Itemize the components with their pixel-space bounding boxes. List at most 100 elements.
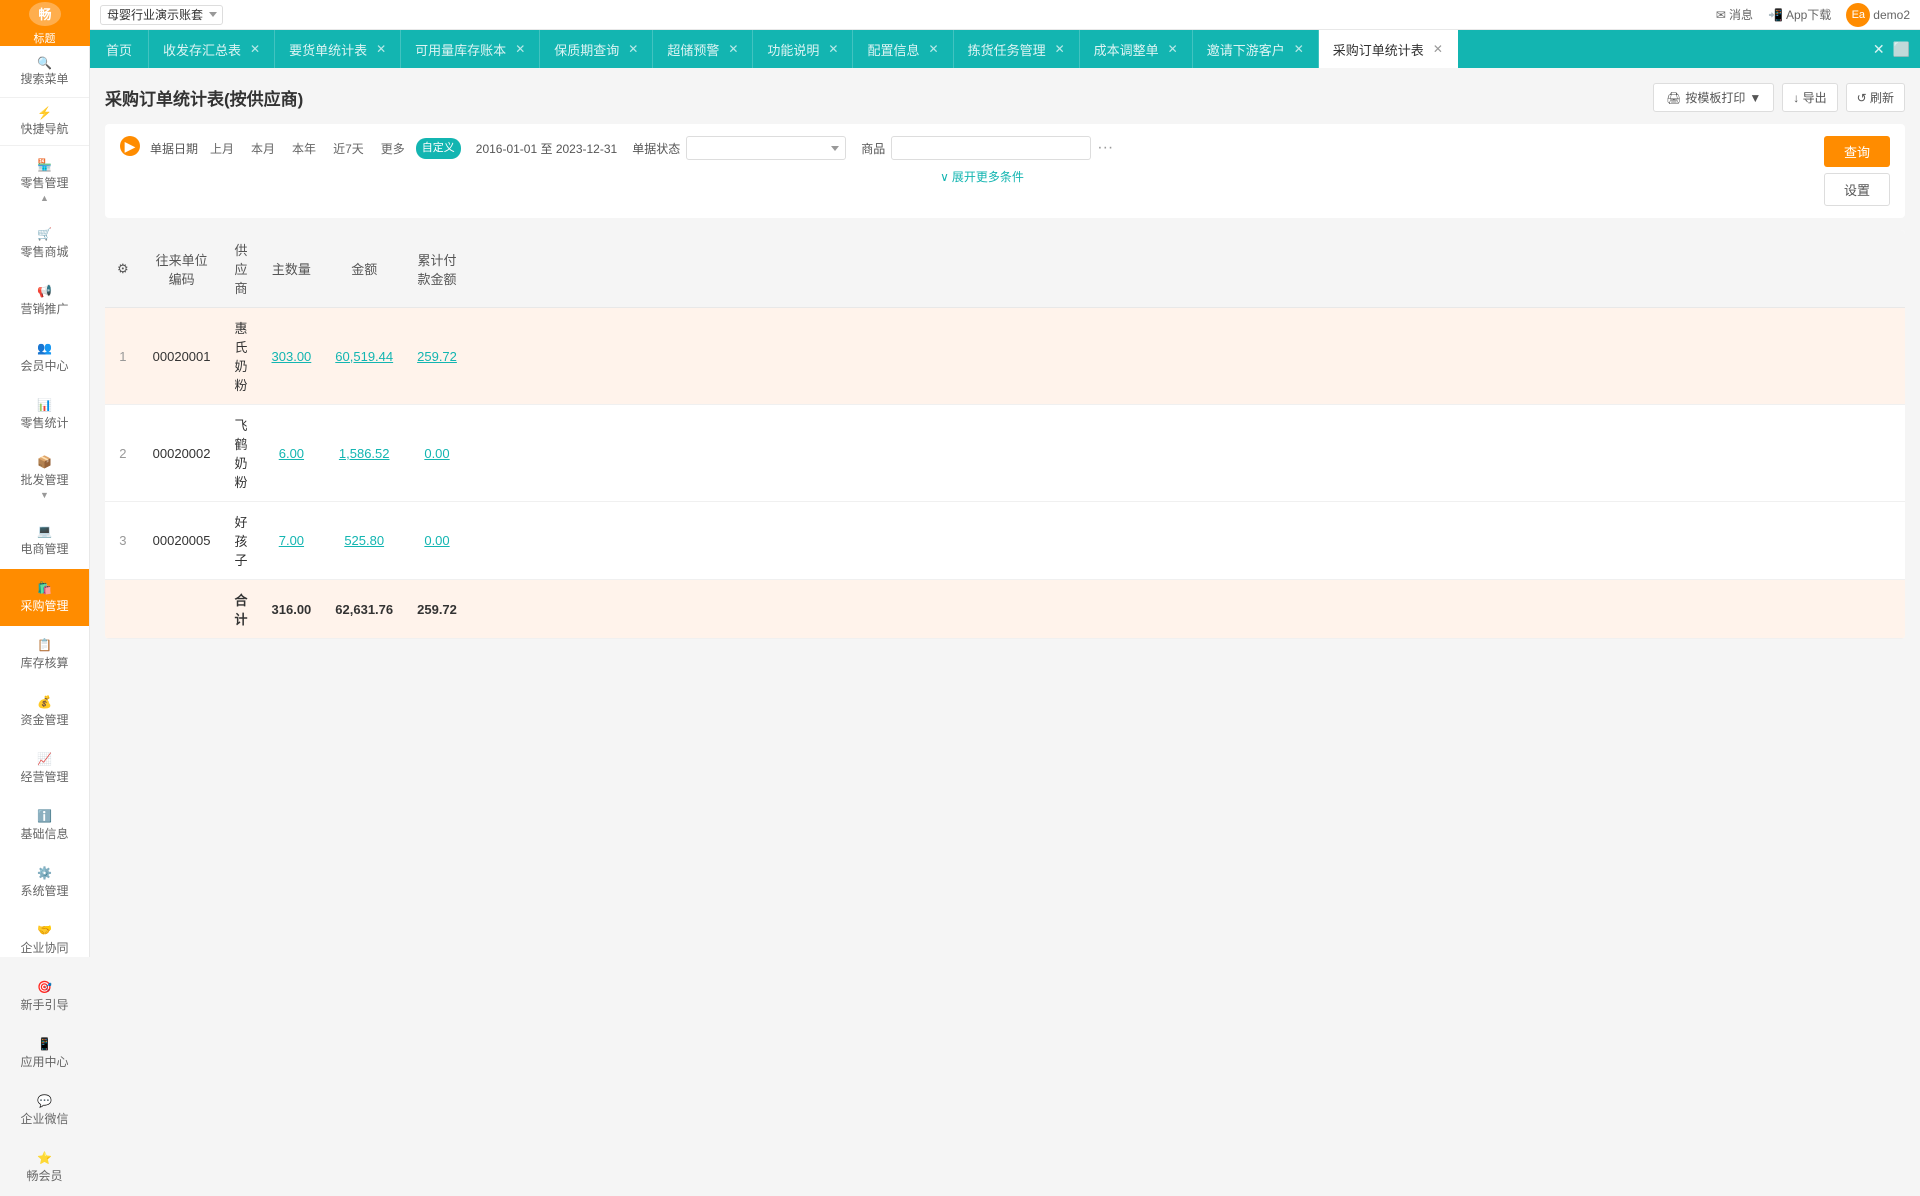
print-button[interactable]: 🖨 按模板打印 ▼ [1653,83,1774,112]
sidebar-item-members[interactable]: 👥 会员中心 [0,329,89,386]
tab-label: 要货单统计表 [289,40,367,59]
topbar-right: ✉ 消息 📲 App下载 Ea demo2 [1716,3,1910,27]
date-last-7-days[interactable]: 近7天 [327,138,370,159]
tab-label: 成本调整单 [1094,40,1159,59]
tab-bar: 首页 收发存汇总表 ✕ 要货单统计表 ✕ 可用量库存账本 ✕ 保质期查询 ✕ 超… [90,30,1920,68]
tab-close-icon[interactable]: ✕ [250,42,260,56]
tab-overstock[interactable]: 超储预警 ✕ [653,30,753,68]
message-icon: ✉ [1716,8,1726,22]
tab-close-icon[interactable]: ✕ [1294,42,1304,56]
filter-panel: ▶ 单据日期 上月 本月 本年 近7天 更多 自定义 [105,124,1905,218]
paid-val: 0.00 [405,405,469,502]
row-num: 2 [105,405,141,502]
tab-expiry[interactable]: 保质期查询 ✕ [540,30,653,68]
sidebar-item-ecommerce[interactable]: 💻 电商管理 [0,512,89,569]
col-paid: 累计付款金额 [405,230,469,308]
user-profile[interactable]: Ea demo2 [1846,3,1910,27]
topbar: 母婴行业演示账套 ✉ 消息 📲 App下载 Ea demo2 [90,0,1920,30]
col-supplier: 供应商 [223,230,260,308]
marketing-icon: 📢 [37,284,52,298]
export-button[interactable]: ↓ 导出 [1782,83,1837,112]
wechat-icon: 💬 [37,1094,52,1108]
app-download-btn[interactable]: 📲 App下载 [1768,6,1831,23]
filter-toggle-btn[interactable]: ▶ [120,136,140,156]
data-table-container: ⚙ 往来单位编码 供应商 主数量 金额 累计付款金额 1 00020001 惠氏… [105,230,1905,639]
industry-selector[interactable]: 母婴行业演示账套 [100,5,223,25]
tab-close-icon[interactable]: ✕ [1433,42,1443,56]
tab-close-icon[interactable]: ✕ [515,42,525,56]
maximize-btn[interactable]: ⬜ [1893,41,1910,58]
tab-label: 拣货任务管理 [968,40,1046,59]
footer-quantity: 316.00 [260,580,324,639]
amount-val: 525.80 [323,502,405,580]
sidebar-item-system[interactable]: ⚙️ 系统管理 [0,854,89,911]
inventory-icon: 📋 [37,638,52,652]
sidebar-item-enterprise[interactable]: 🤝 企业协同 [0,911,89,968]
tab-close-icon[interactable]: ✕ [376,42,386,56]
amount-val: 1,586.52 [323,405,405,502]
sidebar-item-retail-shop[interactable]: 🛒 零售商城 [0,215,89,272]
tab-config[interactable]: 配置信息 ✕ [853,30,953,68]
tab-close-icon[interactable]: ✕ [728,42,738,56]
sidebar-item-finance[interactable]: 💰 资金管理 [0,683,89,740]
tab-usable-inventory[interactable]: 可用量库存账本 ✕ [401,30,540,68]
footer-amount: 62,631.76 [323,580,405,639]
tab-close-icon[interactable]: ✕ [628,42,638,56]
tab-close-icon[interactable]: ✕ [828,42,838,56]
paid-val: 259.72 [405,308,469,405]
supplier-name: 好孩子 [223,502,260,580]
tab-close-icon[interactable]: ✕ [929,42,939,56]
sidebar-item-inventory[interactable]: 📋 库存核算 [0,626,89,683]
vip-icon: ⭐ [37,1151,52,1165]
message-btn[interactable]: ✉ 消息 [1716,6,1753,23]
sidebar-item-wholesale[interactable]: 📦 批发管理 ▼ [0,443,89,512]
tab-pick-tasks[interactable]: 拣货任务管理 ✕ [954,30,1080,68]
tab-invite-downstream[interactable]: 邀请下游客户 ✕ [1193,30,1319,68]
search-button[interactable]: 查询 [1824,136,1890,167]
date-this-year[interactable]: 本年 [286,138,322,159]
row-num: 3 [105,502,141,580]
expand-more-btn[interactable]: ∨ 展开更多条件 [940,168,1024,185]
sidebar-item-guide[interactable]: 🎯 新手引导 [0,968,89,1025]
tab-close-icon[interactable]: ✕ [1055,42,1065,56]
date-last-month[interactable]: 上月 [204,138,240,159]
purchase-order-table: ⚙ 往来单位编码 供应商 主数量 金额 累计付款金额 1 00020001 惠氏… [105,230,1905,639]
sidebar-item-operations[interactable]: 📈 经营管理 [0,740,89,797]
shop-icon: 🛒 [37,227,52,241]
supplier-name: 惠氏奶粉 [223,308,260,405]
tab-stock-summary[interactable]: 收发存汇总表 ✕ [149,30,275,68]
chevron-down-icon: ▲ [40,193,49,203]
sidebar: 畅 标题 🔍 搜索菜单 ⚡ 快捷导航 🏪 零售管理 ▲ 🛒 零售商城 📢 营销推… [0,0,90,957]
tab-instructions[interactable]: 功能说明 ✕ [753,30,853,68]
sidebar-item-basic-info[interactable]: ℹ️ 基础信息 [0,797,89,854]
tab-label: 超储预警 [667,40,719,59]
status-select[interactable] [686,136,846,160]
sidebar-item-appstore[interactable]: 📱 应用中心 [0,1025,89,1082]
col-unit-code: 往来单位编码 [141,230,223,308]
refresh-button[interactable]: ↺ 刷新 [1846,83,1905,112]
date-this-month[interactable]: 本月 [245,138,281,159]
home-tab-label: 首页 [106,40,132,59]
tab-home[interactable]: 首页 [90,30,149,68]
goods-input[interactable] [891,136,1091,160]
settings-button[interactable]: 设置 [1824,173,1890,206]
status-label: 单据状态 [632,140,680,157]
table-header: ⚙ 往来单位编码 供应商 主数量 金额 累计付款金额 [105,230,1905,308]
more-options-btn[interactable]: ··· [1097,139,1113,157]
sidebar-item-quick-nav[interactable]: ⚡ 快捷导航 [0,98,89,146]
filter-status: 单据状态 [632,136,846,160]
date-more[interactable]: 更多 [375,138,411,159]
sidebar-item-retail-stats[interactable]: 📊 零售统计 [0,386,89,443]
sidebar-item-vip[interactable]: ⭐ 畅会员 [0,1139,89,1196]
tab-cost-adj[interactable]: 成本调整单 ✕ [1080,30,1193,68]
sidebar-item-wechat-biz[interactable]: 💬 企业微信 [0,1082,89,1139]
tab-purchase-order-stats[interactable]: 采购订单统计表 ✕ [1319,30,1458,68]
sidebar-item-purchase[interactable]: 🛍️ 采购管理 [0,569,89,626]
tab-close-icon[interactable]: ✕ [1168,42,1178,56]
sidebar-item-marketing[interactable]: 📢 营销推广 [0,272,89,329]
footer-sum-label: 合计 [223,580,260,639]
sidebar-item-retail-mgmt[interactable]: 🏪 零售管理 ▲ [0,146,89,215]
sidebar-item-search[interactable]: 🔍 搜索菜单 [0,46,89,98]
close-tab-btn[interactable]: ✕ [1873,41,1885,58]
tab-order-stats[interactable]: 要货单统计表 ✕ [275,30,401,68]
